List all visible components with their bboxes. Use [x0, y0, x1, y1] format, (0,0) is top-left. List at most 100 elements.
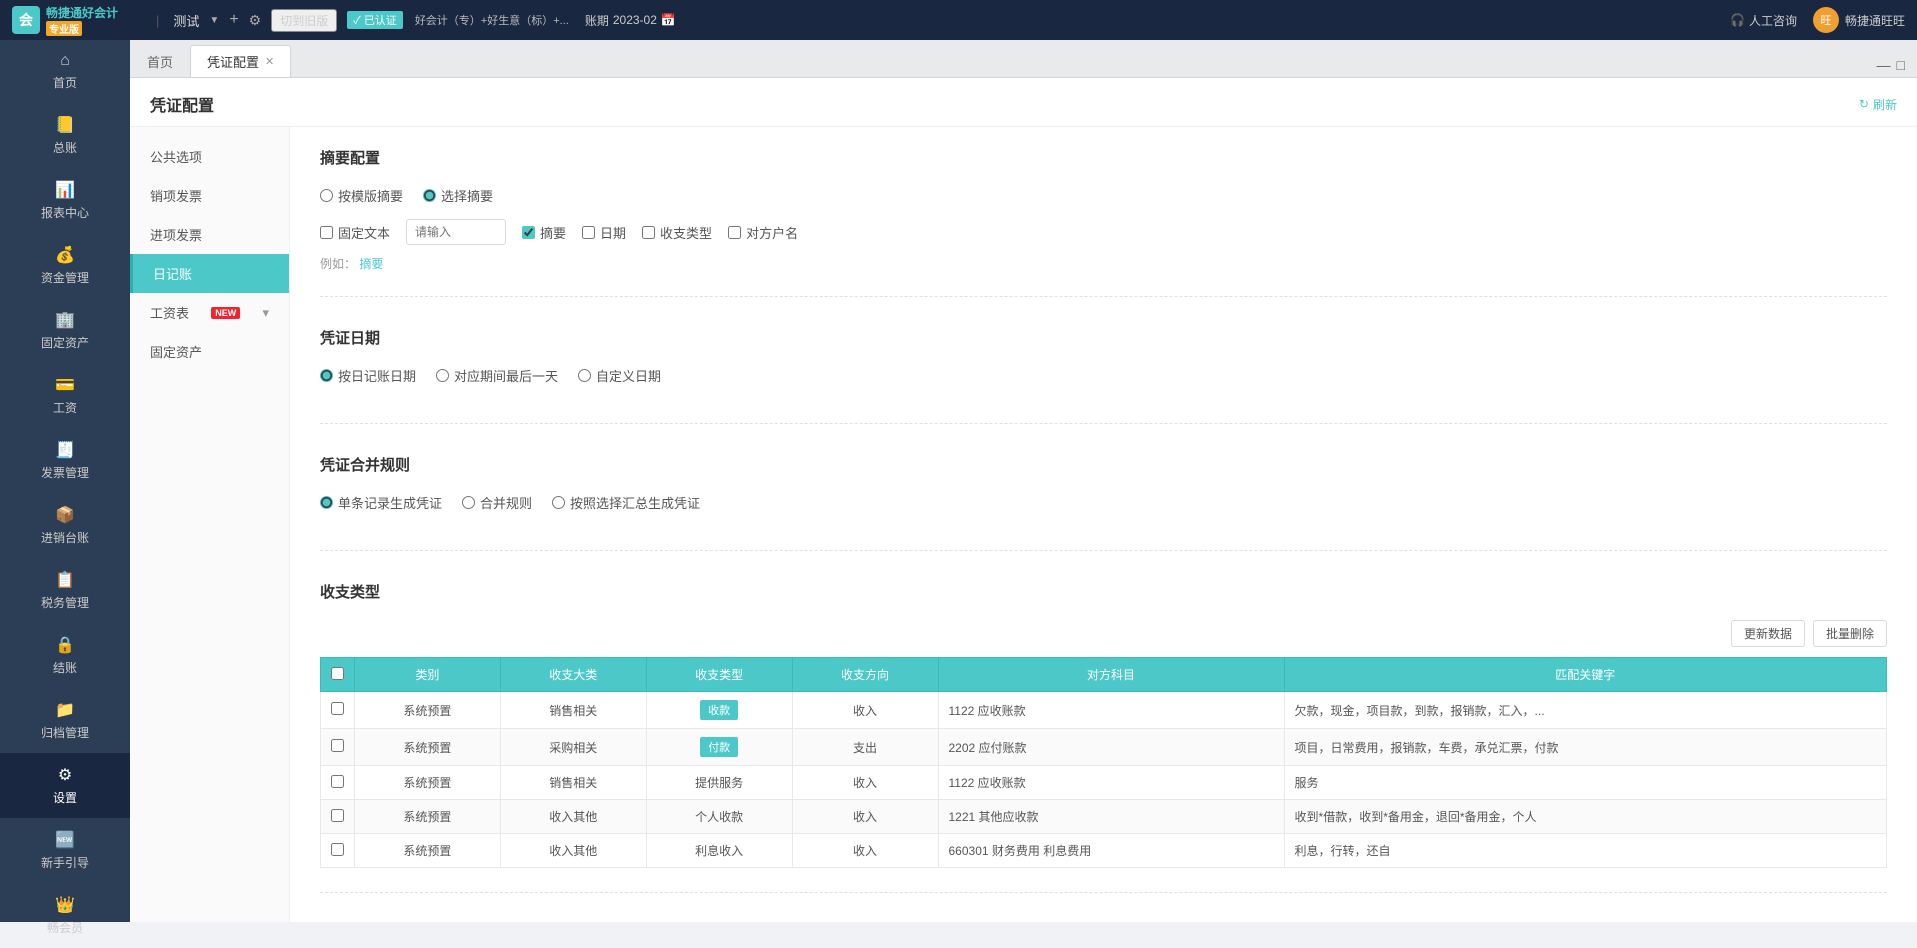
checkbox-date[interactable]: 日期	[582, 223, 626, 242]
row-checkbox-cell	[321, 834, 355, 868]
th-direction: 收支方向	[792, 658, 938, 692]
row-checkbox[interactable]	[331, 843, 344, 856]
row-checkbox-cell	[321, 766, 355, 800]
radio-select[interactable]: 选择摘要	[423, 186, 493, 205]
funds-icon: 💰	[55, 245, 75, 265]
logo-text: 畅捷通好会计	[46, 4, 118, 21]
income-expense-section: 收支类型 更新数据 批量删除 类别	[320, 581, 1887, 893]
tab-close-icon[interactable]: ✕	[265, 55, 274, 68]
sidebar-item-purchase[interactable]: 📦 进销台账	[0, 493, 130, 558]
period: 账期 2023-02 📅	[585, 12, 676, 29]
ledger-icon: 📒	[55, 115, 75, 135]
row-checkbox[interactable]	[331, 809, 344, 822]
merge-rules-radio-group: 单条记录生成凭证 合并规则 按照选择汇总生成凭证	[320, 493, 1887, 512]
checkbox-summary[interactable]: 摘要	[522, 223, 566, 242]
tabbar: 首页 凭证配置 ✕ — □	[130, 40, 1917, 78]
tax-icon: 📋	[55, 570, 75, 590]
headset-icon: 🎧	[1730, 13, 1745, 27]
sidebar-item-settings[interactable]: ⚙ 设置	[0, 753, 130, 818]
tab-home[interactable]: 首页	[130, 45, 190, 77]
cell-major: 收入其他	[500, 800, 646, 834]
sidebar-item-salary[interactable]: 💳 工资	[0, 363, 130, 428]
radio-period-last[interactable]: 对应期间最后一天	[436, 366, 558, 385]
home-icon: ⌂	[60, 52, 70, 70]
table-row: 系统预置 销售相关 收款 收入 1122 应收账款 欠款，现金，项目款，到款，报…	[321, 692, 1887, 729]
config-nav-purchase-invoice[interactable]: 进项发票	[130, 215, 289, 254]
consult-area[interactable]: 🎧 人工咨询	[1730, 12, 1797, 29]
sidebar-item-ledger[interactable]: 📒 总账	[0, 103, 130, 168]
cell-category: 系统预置	[355, 800, 501, 834]
refresh-button[interactable]: ↻ 刷新	[1859, 96, 1897, 113]
logo: 会 畅捷通好会计 专业版	[12, 4, 142, 36]
calendar-icon[interactable]: 📅	[661, 13, 676, 27]
row-checkbox[interactable]	[331, 739, 344, 752]
cell-keywords: 服务	[1284, 766, 1886, 800]
sidebar-item-guide[interactable]: 🆕 新手引导	[0, 818, 130, 883]
radio-single[interactable]: 单条记录生成凭证	[320, 493, 442, 512]
radio-merge[interactable]: 合并规则	[462, 493, 532, 512]
batch-delete-button[interactable]: 批量删除	[1813, 620, 1887, 647]
update-data-button[interactable]: 更新数据	[1731, 620, 1805, 647]
config-nav-journal[interactable]: 日记账	[130, 254, 289, 293]
sidebar-item-tax[interactable]: 📋 税务管理	[0, 558, 130, 623]
checkbox-counterparty[interactable]: 对方户名	[728, 223, 798, 242]
minimize-icon[interactable]: —	[1877, 57, 1891, 73]
cell-direction: 收入	[792, 766, 938, 800]
table-row: 系统预置 收入其他 利息收入 收入 660301 财务费用 利息费用 利息，行转…	[321, 834, 1887, 868]
tab-home-label: 首页	[147, 52, 173, 71]
type-tag-button[interactable]: 收款	[700, 700, 738, 720]
config-sidebar: 公共选项 销项发票 进项发票 日记账 工资表 NEW ▾	[130, 127, 290, 922]
cell-category: 系统预置	[355, 729, 501, 766]
sidebar-item-invoice[interactable]: 🧾 发票管理	[0, 428, 130, 493]
cell-direction: 收入	[792, 692, 938, 729]
chevron-down-icon: ▾	[262, 305, 269, 321]
sidebar-item-assets[interactable]: 🏢 固定资产	[0, 298, 130, 363]
summary-config-section: 摘要配置 按模版摘要 选择摘要	[320, 147, 1887, 297]
config-nav-public[interactable]: 公共选项	[130, 137, 289, 176]
fixed-text-input[interactable]	[406, 219, 506, 245]
switch-version-button[interactable]: 切到旧版	[271, 9, 337, 32]
settings-sidebar-icon: ⚙	[58, 765, 72, 785]
archive-icon: 📁	[55, 700, 75, 720]
sidebar: ⌂ 首页 📒 总账 📊 报表中心 💰 资金管理 🏢 固定资产 💳 工资 🧾 发票…	[0, 40, 130, 922]
dropdown-arrow-icon[interactable]: ▼	[209, 15, 219, 26]
maximize-icon[interactable]: □	[1897, 57, 1905, 73]
config-nav-payroll[interactable]: 工资表 NEW ▾	[130, 293, 289, 332]
topbar: 会 畅捷通好会计 专业版 | 测试 ▼ + ⚙ 切到旧版 ✓ 已认证 好会计（专…	[0, 0, 1917, 40]
radio-summary[interactable]: 按照选择汇总生成凭证	[552, 493, 700, 512]
user-area[interactable]: 旺 畅捷通旺旺	[1813, 7, 1905, 33]
radio-custom-date[interactable]: 自定义日期	[578, 366, 661, 385]
th-category: 类别	[355, 658, 501, 692]
checkbox-fixed-text[interactable]: 固定文本	[320, 223, 390, 242]
config-nav-sales-invoice[interactable]: 销项发票	[130, 176, 289, 215]
cell-account: 2202 应付账款	[938, 729, 1284, 766]
logo-icon: 会	[12, 6, 40, 34]
add-button[interactable]: +	[229, 11, 238, 29]
sidebar-item-reports[interactable]: 📊 报表中心	[0, 168, 130, 233]
row-checkbox[interactable]	[331, 702, 344, 715]
select-all-checkbox[interactable]	[331, 667, 344, 680]
cell-type: 付款	[646, 729, 792, 766]
example-text: 例如： 摘要	[320, 255, 1887, 272]
config-nav-fixed-assets[interactable]: 固定资产	[130, 332, 289, 371]
checkbox-income-type[interactable]: 收支类型	[642, 223, 712, 242]
summary-radio-group: 按模版摘要 选择摘要	[320, 186, 1887, 205]
refresh-icon: ↻	[1859, 97, 1869, 111]
sidebar-item-home[interactable]: ⌂ 首页	[0, 40, 130, 103]
sidebar-item-close[interactable]: 🔒 结账	[0, 623, 130, 688]
config-content: 摘要配置 按模版摘要 选择摘要	[290, 127, 1917, 922]
type-tag-button[interactable]: 付款	[700, 737, 738, 757]
radio-journal-date[interactable]: 按日记账日期	[320, 366, 416, 385]
sidebar-item-funds[interactable]: 💰 资金管理	[0, 233, 130, 298]
sidebar-item-archive[interactable]: 📁 归档管理	[0, 688, 130, 753]
th-checkbox	[321, 658, 355, 692]
avatar: 旺	[1813, 7, 1839, 33]
invoice-icon: 🧾	[55, 440, 75, 460]
tab-voucher-config[interactable]: 凭证配置 ✕	[190, 45, 291, 77]
sidebar-item-member[interactable]: 👑 畅会员	[0, 883, 130, 948]
radio-template[interactable]: 按模版摘要	[320, 186, 403, 205]
content-header: 凭证配置 ↻ 刷新	[130, 78, 1917, 127]
settings-icon[interactable]: ⚙	[249, 12, 262, 29]
table-row: 系统预置 收入其他 个人收款 收入 1221 其他应收款 收到*借款，收到*备用…	[321, 800, 1887, 834]
row-checkbox[interactable]	[331, 775, 344, 788]
